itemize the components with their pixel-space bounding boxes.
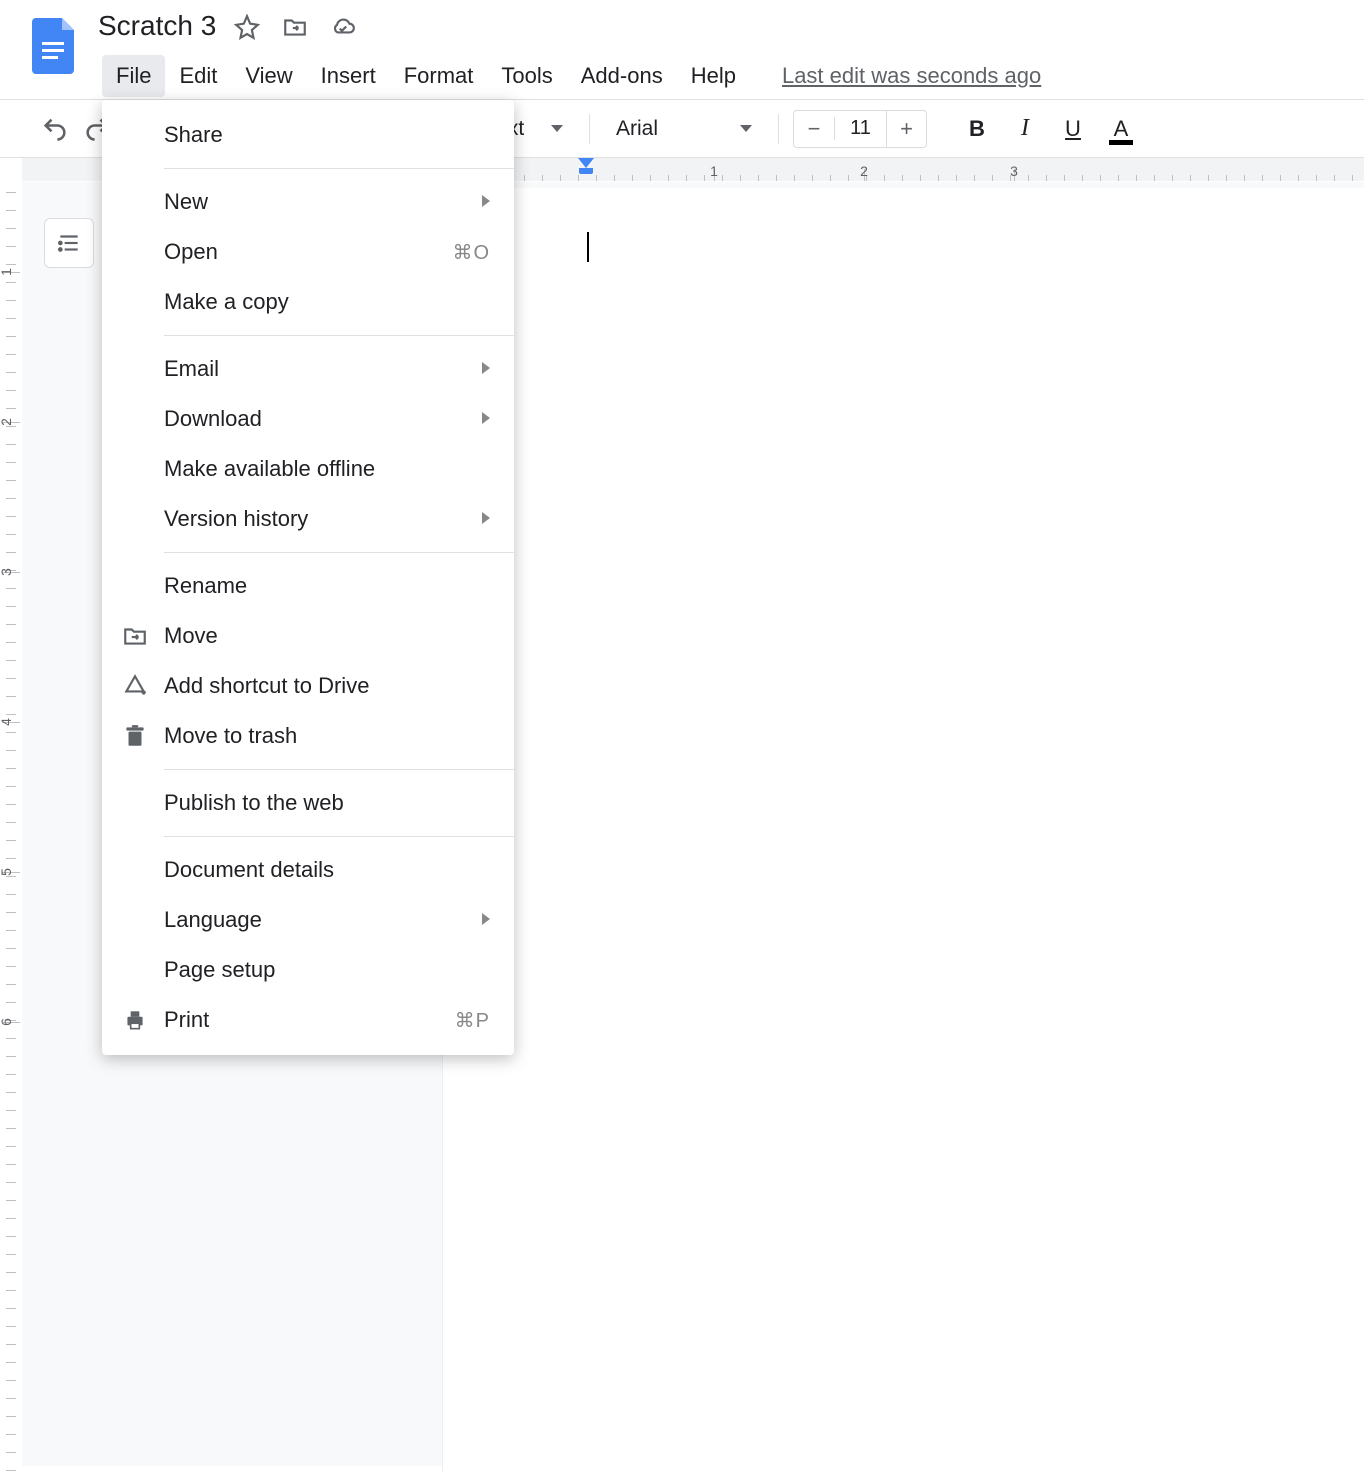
text-cursor — [587, 232, 589, 262]
outline-toggle-button[interactable] — [44, 218, 94, 268]
menu-version-history[interactable]: Version history — [102, 494, 514, 544]
vruler-number: 1 — [0, 268, 14, 276]
toolbar-separator — [589, 114, 590, 144]
menu-email[interactable]: Email — [102, 344, 514, 394]
chevron-down-icon — [740, 125, 752, 132]
docs-logo-icon[interactable] — [30, 14, 80, 74]
toolbar-separator — [778, 114, 779, 144]
menu-separator — [164, 836, 514, 837]
menu-download[interactable]: Download — [102, 394, 514, 444]
ruler-number: 1 — [710, 163, 718, 179]
vruler-number: 5 — [0, 868, 14, 876]
menu-rename[interactable]: Rename — [102, 561, 514, 611]
trash-icon — [122, 723, 148, 749]
menu-print[interactable]: Print ⌘P — [102, 995, 514, 1045]
menu-offline[interactable]: Make available offline — [102, 444, 514, 494]
submenu-arrow-icon — [482, 194, 490, 210]
menu-edit[interactable]: Edit — [165, 55, 231, 97]
menu-format[interactable]: Format — [390, 55, 488, 97]
menu-addons[interactable]: Add-ons — [567, 55, 677, 97]
undo-button[interactable] — [38, 112, 72, 146]
menu-share[interactable]: Share — [102, 110, 514, 160]
font-family-dropdown[interactable]: Arial — [604, 109, 764, 149]
font-size-control: − 11 + — [793, 110, 927, 148]
bold-button[interactable]: B — [957, 109, 997, 149]
indent-marker-icon[interactable] — [578, 158, 594, 168]
vertical-ruler[interactable]: 1 2 3 4 5 6 — [0, 182, 22, 1466]
print-icon — [122, 1007, 148, 1033]
font-size-decrease-button[interactable]: − — [794, 111, 834, 147]
menu-language[interactable]: Language — [102, 895, 514, 945]
menu-trash[interactable]: Move to trash — [102, 711, 514, 761]
vruler-number: 4 — [0, 718, 14, 726]
menu-help[interactable]: Help — [677, 55, 750, 97]
menu-document-details[interactable]: Document details — [102, 845, 514, 895]
folder-move-icon — [122, 623, 148, 649]
ruler-number: 2 — [860, 163, 868, 179]
submenu-arrow-icon — [482, 361, 490, 377]
vruler-number: 6 — [0, 1018, 14, 1026]
menu-add-shortcut[interactable]: Add shortcut to Drive — [102, 661, 514, 711]
last-edit-link[interactable]: Last edit was seconds ago — [782, 63, 1041, 89]
file-menu-dropdown: Share New Open ⌘O Make a copy Email Down… — [102, 100, 514, 1055]
submenu-arrow-icon — [482, 411, 490, 427]
star-icon[interactable] — [234, 14, 260, 40]
document-title[interactable]: Scratch 3 — [98, 10, 216, 42]
menu-separator — [164, 168, 514, 169]
submenu-arrow-icon — [482, 511, 490, 527]
menu-page-setup[interactable]: Page setup — [102, 945, 514, 995]
ruler-corner — [0, 158, 22, 182]
move-to-folder-icon[interactable] — [282, 14, 308, 40]
menu-file[interactable]: File — [102, 55, 165, 97]
menu-open[interactable]: Open ⌘O — [102, 227, 514, 277]
underline-button[interactable]: U — [1053, 109, 1093, 149]
ruler-number: 3 — [1010, 163, 1018, 179]
menu-separator — [164, 335, 514, 336]
text-color-button[interactable]: A — [1101, 109, 1141, 149]
indent-marker-bar[interactable] — [579, 168, 593, 174]
document-page[interactable] — [442, 188, 1364, 1472]
menu-separator — [164, 769, 514, 770]
shortcut-label: ⌘P — [455, 1008, 490, 1033]
vruler-number: 2 — [0, 418, 14, 426]
menu-new[interactable]: New — [102, 177, 514, 227]
shortcut-label: ⌘O — [452, 240, 490, 265]
menu-move[interactable]: Move — [102, 611, 514, 661]
font-size-increase-button[interactable]: + — [886, 111, 926, 147]
menu-insert[interactable]: Insert — [307, 55, 390, 97]
menu-view[interactable]: View — [231, 55, 306, 97]
submenu-arrow-icon — [482, 912, 490, 928]
menu-tools[interactable]: Tools — [487, 55, 566, 97]
drive-shortcut-icon — [122, 673, 148, 699]
chevron-down-icon — [551, 125, 563, 132]
italic-button[interactable]: I — [1005, 109, 1045, 149]
vruler-number: 3 — [0, 568, 14, 576]
cloud-status-icon[interactable] — [330, 14, 356, 40]
menu-make-copy[interactable]: Make a copy — [102, 277, 514, 327]
font-family-label: Arial — [616, 117, 658, 141]
menu-separator — [164, 552, 514, 553]
font-size-value[interactable]: 11 — [834, 117, 886, 140]
menu-publish[interactable]: Publish to the web — [102, 778, 514, 828]
